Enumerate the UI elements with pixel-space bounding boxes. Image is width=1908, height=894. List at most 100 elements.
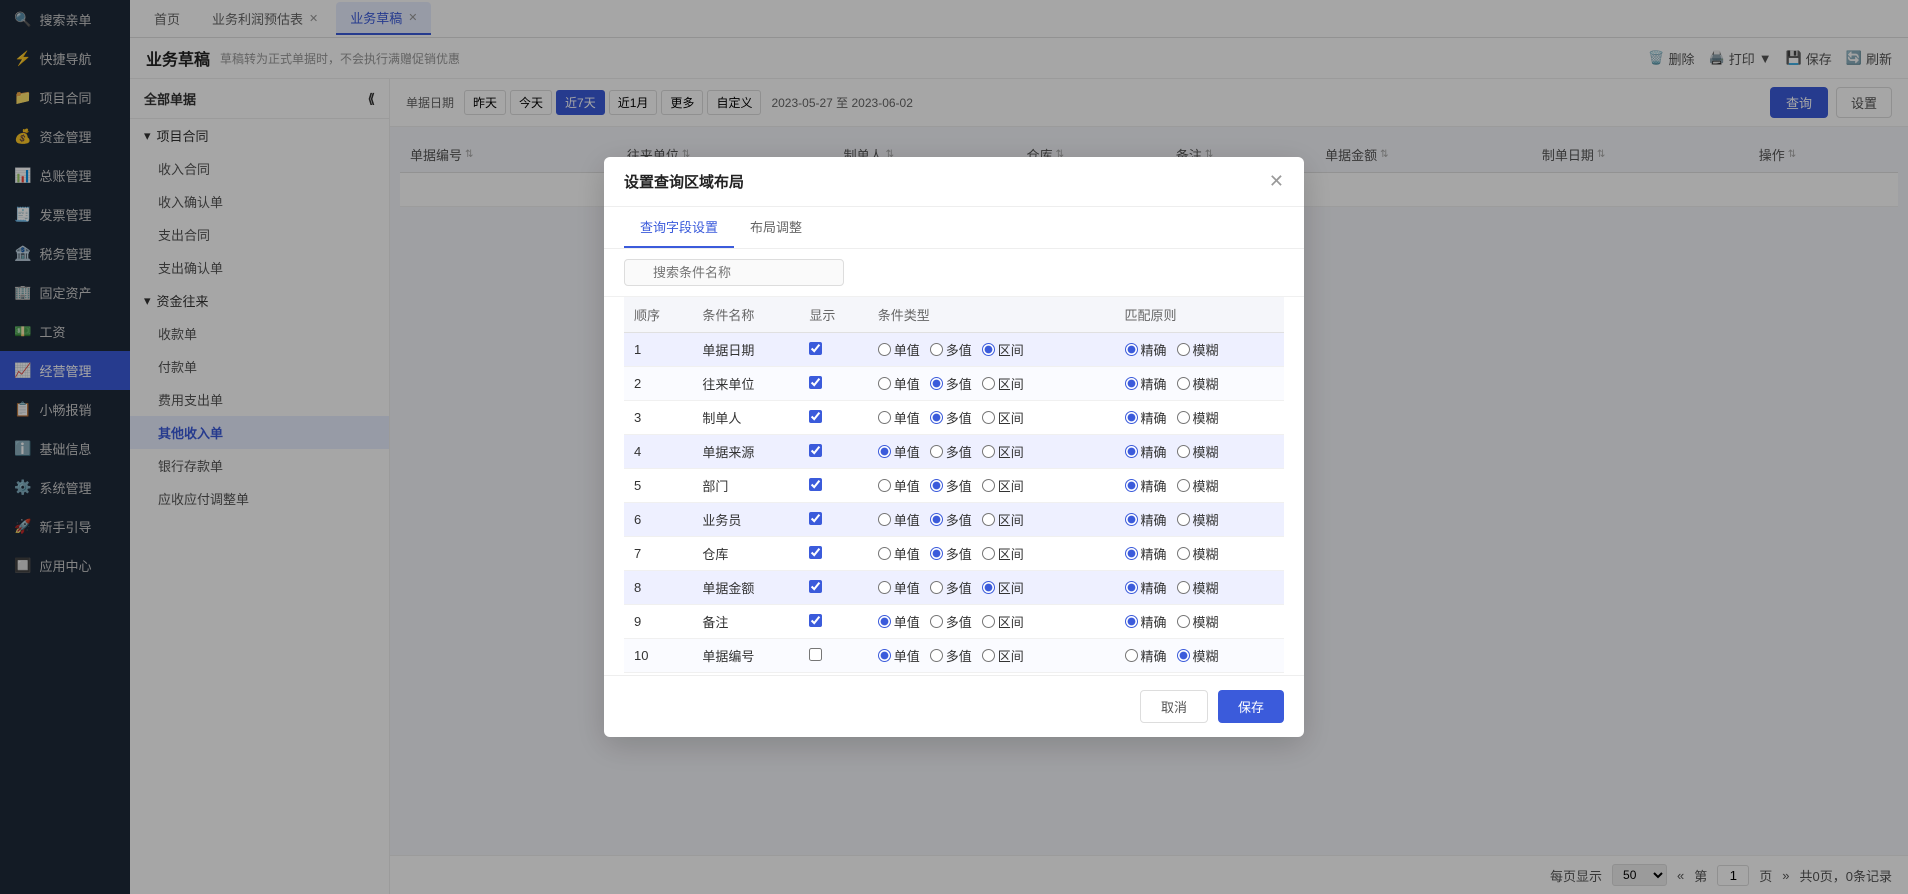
type-radio-8-多值[interactable]: 多值: [930, 578, 972, 597]
type-radio-input-9-多值[interactable]: [930, 615, 943, 628]
row-display-1[interactable]: [799, 333, 867, 367]
match-radio-4-模糊[interactable]: 模糊: [1177, 442, 1219, 461]
match-radio-8-精确[interactable]: 精确: [1125, 578, 1167, 597]
match-radio-8-模糊[interactable]: 模糊: [1177, 578, 1219, 597]
display-checkbox-wrap-9[interactable]: [809, 614, 857, 630]
type-radio-7-单值[interactable]: 单值: [878, 544, 920, 563]
type-radio-5-多值[interactable]: 多值: [930, 476, 972, 495]
match-radio-input-6-精确[interactable]: [1125, 513, 1138, 526]
display-checkbox-wrap-7[interactable]: [809, 546, 857, 562]
match-radio-1-精确[interactable]: 精确: [1125, 340, 1167, 359]
display-checkbox-wrap-10[interactable]: [809, 648, 857, 664]
type-radio-input-3-单值[interactable]: [878, 411, 891, 424]
match-radio-6-精确[interactable]: 精确: [1125, 510, 1167, 529]
type-radio-9-区间[interactable]: 区间: [982, 612, 1024, 631]
type-radio-input-10-单值[interactable]: [878, 649, 891, 662]
type-radio-6-单值[interactable]: 单值: [878, 510, 920, 529]
match-radio-input-7-模糊[interactable]: [1177, 547, 1190, 560]
match-radio-input-8-模糊[interactable]: [1177, 581, 1190, 594]
type-radio-1-区间[interactable]: 区间: [982, 340, 1024, 359]
match-radio-input-3-精确[interactable]: [1125, 411, 1138, 424]
type-radio-input-10-多值[interactable]: [930, 649, 943, 662]
type-radio-1-多值[interactable]: 多值: [930, 340, 972, 359]
type-radio-1-单值[interactable]: 单值: [878, 340, 920, 359]
row-display-7[interactable]: [799, 537, 867, 571]
type-radio-2-多值[interactable]: 多值: [930, 374, 972, 393]
type-radio-input-5-多值[interactable]: [930, 479, 943, 492]
match-radio-5-模糊[interactable]: 模糊: [1177, 476, 1219, 495]
match-radio-input-9-精确[interactable]: [1125, 615, 1138, 628]
modal-save-button[interactable]: 保存: [1218, 690, 1284, 723]
type-radio-input-9-单值[interactable]: [878, 615, 891, 628]
row-display-10[interactable]: [799, 639, 867, 673]
type-radio-input-4-单值[interactable]: [878, 445, 891, 458]
type-radio-10-单值[interactable]: 单值: [878, 646, 920, 665]
display-checkbox-2[interactable]: [809, 376, 822, 389]
display-checkbox-7[interactable]: [809, 546, 822, 559]
type-radio-input-3-区间[interactable]: [982, 411, 995, 424]
type-radio-input-1-单值[interactable]: [878, 343, 891, 356]
row-display-2[interactable]: [799, 367, 867, 401]
modal-tab-fields[interactable]: 查询字段设置: [624, 207, 734, 248]
type-radio-9-多值[interactable]: 多值: [930, 612, 972, 631]
type-radio-input-1-多值[interactable]: [930, 343, 943, 356]
type-radio-input-2-多值[interactable]: [930, 377, 943, 390]
type-radio-4-单值[interactable]: 单值: [878, 442, 920, 461]
type-radio-3-区间[interactable]: 区间: [982, 408, 1024, 427]
match-radio-input-1-模糊[interactable]: [1177, 343, 1190, 356]
match-radio-6-模糊[interactable]: 模糊: [1177, 510, 1219, 529]
type-radio-input-9-区间[interactable]: [982, 615, 995, 628]
display-checkbox-3[interactable]: [809, 410, 822, 423]
match-radio-input-5-模糊[interactable]: [1177, 479, 1190, 492]
display-checkbox-wrap-4[interactable]: [809, 444, 857, 460]
match-radio-1-模糊[interactable]: 模糊: [1177, 340, 1219, 359]
display-checkbox-wrap-6[interactable]: [809, 512, 857, 528]
display-checkbox-wrap-8[interactable]: [809, 580, 857, 596]
match-radio-input-4-精确[interactable]: [1125, 445, 1138, 458]
row-display-6[interactable]: [799, 503, 867, 537]
type-radio-10-多值[interactable]: 多值: [930, 646, 972, 665]
match-radio-input-10-精确[interactable]: [1125, 649, 1138, 662]
match-radio-input-7-精确[interactable]: [1125, 547, 1138, 560]
modal-search-input[interactable]: [624, 259, 844, 286]
match-radio-input-1-精确[interactable]: [1125, 343, 1138, 356]
type-radio-8-单值[interactable]: 单值: [878, 578, 920, 597]
type-radio-3-单值[interactable]: 单值: [878, 408, 920, 427]
type-radio-input-3-多值[interactable]: [930, 411, 943, 424]
type-radio-input-2-区间[interactable]: [982, 377, 995, 390]
display-checkbox-5[interactable]: [809, 478, 822, 491]
type-radio-6-区间[interactable]: 区间: [982, 510, 1024, 529]
match-radio-10-精确[interactable]: 精确: [1125, 646, 1167, 665]
type-radio-9-单值[interactable]: 单值: [878, 612, 920, 631]
type-radio-input-7-多值[interactable]: [930, 547, 943, 560]
display-checkbox-10[interactable]: [809, 648, 822, 661]
display-checkbox-6[interactable]: [809, 512, 822, 525]
display-checkbox-1[interactable]: [809, 342, 822, 355]
match-radio-input-3-模糊[interactable]: [1177, 411, 1190, 424]
match-radio-input-6-模糊[interactable]: [1177, 513, 1190, 526]
modal-close-button[interactable]: ✕: [1269, 171, 1284, 192]
type-radio-2-单值[interactable]: 单值: [878, 374, 920, 393]
row-display-5[interactable]: [799, 469, 867, 503]
display-checkbox-wrap-1[interactable]: [809, 342, 857, 358]
row-display-8[interactable]: [799, 571, 867, 605]
match-radio-input-8-精确[interactable]: [1125, 581, 1138, 594]
type-radio-2-区间[interactable]: 区间: [982, 374, 1024, 393]
type-radio-input-4-多值[interactable]: [930, 445, 943, 458]
type-radio-4-多值[interactable]: 多值: [930, 442, 972, 461]
match-radio-9-精确[interactable]: 精确: [1125, 612, 1167, 631]
display-checkbox-wrap-5[interactable]: [809, 478, 857, 494]
match-radio-7-模糊[interactable]: 模糊: [1177, 544, 1219, 563]
type-radio-5-区间[interactable]: 区间: [982, 476, 1024, 495]
match-radio-5-精确[interactable]: 精确: [1125, 476, 1167, 495]
type-radio-input-4-区间[interactable]: [982, 445, 995, 458]
row-display-9[interactable]: [799, 605, 867, 639]
type-radio-input-8-区间[interactable]: [982, 581, 995, 594]
type-radio-input-8-单值[interactable]: [878, 581, 891, 594]
type-radio-8-区间[interactable]: 区间: [982, 578, 1024, 597]
type-radio-7-区间[interactable]: 区间: [982, 544, 1024, 563]
type-radio-input-2-单值[interactable]: [878, 377, 891, 390]
match-radio-input-10-模糊[interactable]: [1177, 649, 1190, 662]
type-radio-input-5-单值[interactable]: [878, 479, 891, 492]
match-radio-2-模糊[interactable]: 模糊: [1177, 374, 1219, 393]
